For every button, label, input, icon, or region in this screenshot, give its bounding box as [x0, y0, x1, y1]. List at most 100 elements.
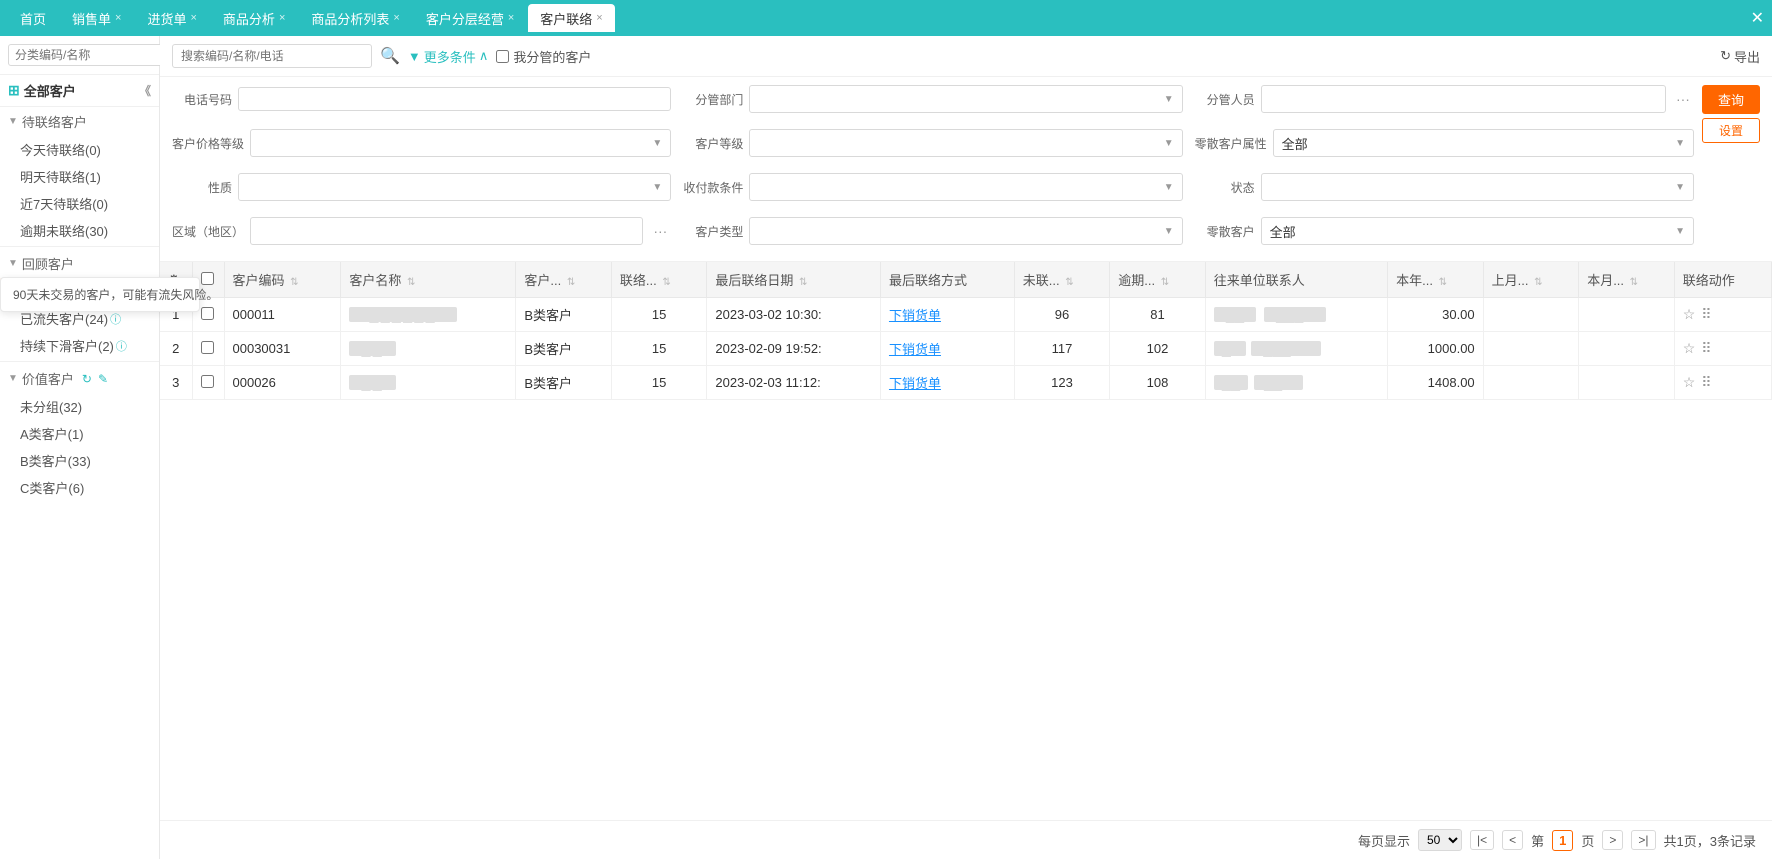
query-button[interactable]: 查询: [1702, 85, 1760, 114]
th-contact[interactable]: 联络... ⇅: [611, 262, 707, 298]
row2-method-link[interactable]: 下销货单: [889, 342, 941, 357]
price-grade-select[interactable]: ▼: [250, 129, 671, 157]
sidebar-today-contact[interactable]: 今天待联络(0): [0, 136, 159, 163]
my-customers-check[interactable]: [496, 50, 509, 63]
th-type[interactable]: 客户... ⇅: [516, 262, 612, 298]
export-btn[interactable]: ↻ 导出: [1720, 47, 1760, 66]
tab-home[interactable]: 首页: [8, 4, 58, 32]
sidebar-value-title[interactable]: ▼ 价值客户 ↻ ✎: [0, 364, 159, 393]
row2-uncontacted: 117: [1014, 332, 1110, 366]
row3-more-icon[interactable]: ⠿: [1701, 374, 1711, 391]
row2-checkbox[interactable]: [201, 341, 214, 354]
tab-analysis[interactable]: 商品分析 ×: [211, 4, 297, 32]
row2-more-icon[interactable]: ⠿: [1701, 340, 1711, 357]
sidebar-c-class[interactable]: C类客户(6): [0, 474, 159, 501]
tab-purchase[interactable]: 进货单 ×: [135, 4, 208, 32]
th-last-contact-method[interactable]: 最后联络方式: [880, 262, 1014, 298]
sidebar-ungroup[interactable]: 未分组(32): [0, 393, 159, 420]
dept-select[interactable]: ▼: [749, 85, 1182, 113]
zero-attr-select[interactable]: 全部 ▼: [1273, 129, 1694, 157]
tab-customer-link-close[interactable]: ×: [596, 12, 602, 24]
first-page-btn[interactable]: |<: [1470, 830, 1494, 850]
phone-input[interactable]: [238, 87, 671, 111]
th-unit-contact[interactable]: 往来单位联系人: [1205, 262, 1387, 298]
row1-last-method[interactable]: 下销货单: [880, 298, 1014, 332]
sidebar-search-input[interactable]: [8, 44, 177, 66]
prev-page-btn[interactable]: <: [1502, 830, 1523, 850]
settings-button[interactable]: 设置: [1702, 118, 1760, 143]
advanced-filter: 电话号码 分管部门 ▼ 分管人员: [160, 77, 1772, 262]
row3-contact-icon[interactable]: ☆: [1683, 374, 1696, 391]
tab-customer-segment[interactable]: 客户分层经营 ×: [414, 4, 526, 32]
code-sort-icon: ⇅: [290, 277, 298, 288]
gender-select[interactable]: ▼: [238, 173, 671, 201]
sidebar-review-title[interactable]: ▼ 回顾客户: [0, 249, 159, 278]
th-overdue[interactable]: 逾期... ⇅: [1110, 262, 1206, 298]
tab-customer-segment-close[interactable]: ×: [508, 12, 514, 24]
my-customers-checkbox[interactable]: 我分管的客户: [496, 47, 591, 66]
search-input[interactable]: [172, 44, 372, 68]
th-last-contact-date[interactable]: 最后联络日期 ⇅: [707, 262, 881, 298]
th-last-month[interactable]: 上月... ⇅: [1483, 262, 1579, 298]
tab-analysis-close[interactable]: ×: [279, 12, 285, 24]
region-select[interactable]: [250, 217, 643, 245]
tab-sales[interactable]: 销售单 ×: [60, 4, 133, 32]
edit-icon[interactable]: ✎: [98, 372, 108, 386]
tab-sales-close[interactable]: ×: [115, 12, 121, 24]
tab-analysis-list-close[interactable]: ×: [393, 12, 399, 24]
payment-select[interactable]: ▼: [749, 173, 1182, 201]
more-conditions-btn[interactable]: ▼ 更多条件 ∧: [408, 47, 488, 66]
row2-last-method[interactable]: 下销货单: [880, 332, 1014, 366]
sidebar-value-label: 价值客户: [22, 369, 74, 388]
sidebar-header-label: 全部客户: [24, 81, 76, 100]
sidebar-overdue-contact[interactable]: 逾期未联络(30): [0, 217, 159, 244]
sidebar-contact-title[interactable]: ▼ 待联络客户: [0, 107, 159, 136]
customer-type-select[interactable]: ▼: [749, 217, 1182, 245]
tab-analysis-list[interactable]: 商品分析列表 ×: [299, 4, 411, 32]
refresh-icon[interactable]: ↻: [82, 372, 92, 386]
row1-this-month: [1579, 298, 1675, 332]
row1-method-link[interactable]: 下销货单: [889, 308, 941, 323]
row1-checkbox[interactable]: [201, 307, 214, 320]
filter-region: 区域（地区） ···: [172, 217, 671, 245]
region-dots[interactable]: ···: [649, 223, 671, 239]
th-last-method-label: 最后联络方式: [889, 273, 967, 288]
tab-bar-close-all[interactable]: ✕: [1751, 8, 1764, 28]
total-info: 共1页，3条记录: [1664, 831, 1756, 850]
search-button[interactable]: 🔍: [380, 46, 400, 66]
th-code[interactable]: 客户编码 ⇅: [224, 262, 341, 298]
zero-customer-select[interactable]: 全部 ▼: [1261, 217, 1694, 245]
sidebar-collapse-icon[interactable]: 《: [139, 82, 151, 99]
sidebar-all-customers[interactable]: ⊞ 全部客户 《: [0, 75, 159, 107]
manager-label: 分管人员: [1195, 91, 1255, 108]
th-uncontacted[interactable]: 未联... ⇅: [1014, 262, 1110, 298]
row2-check[interactable]: [192, 332, 224, 366]
tab-customer-link[interactable]: 客户联络 ×: [528, 4, 614, 32]
row1-more-icon[interactable]: ⠿: [1701, 306, 1711, 323]
row3-method-link[interactable]: 下销货单: [889, 376, 941, 391]
row3-check[interactable]: [192, 366, 224, 400]
row1-contact-icon[interactable]: ☆: [1683, 306, 1696, 323]
row3-checkbox[interactable]: [201, 375, 214, 388]
th-this-month[interactable]: 本月... ⇅: [1579, 262, 1675, 298]
tab-purchase-close[interactable]: ×: [190, 12, 196, 24]
last-page-btn[interactable]: >|: [1631, 830, 1655, 850]
th-this-year[interactable]: 本年... ⇅: [1388, 262, 1484, 298]
manager-dots[interactable]: ···: [1672, 91, 1694, 107]
status-select[interactable]: ▼: [1261, 173, 1694, 201]
per-page-select[interactable]: 50: [1418, 829, 1462, 851]
row3-last-method[interactable]: 下销货单: [880, 366, 1014, 400]
sidebar-value-arrow: ▼: [8, 373, 18, 384]
sidebar-week-contact[interactable]: 近7天待联络(0): [0, 190, 159, 217]
row2-contact-icon[interactable]: ☆: [1683, 340, 1696, 357]
sidebar-declining[interactable]: 持续下滑客户(2) ⓘ: [0, 332, 159, 359]
manager-select[interactable]: [1261, 85, 1666, 113]
sidebar-tomorrow-contact[interactable]: 明天待联络(1): [0, 163, 159, 190]
sidebar-divider-1: [0, 246, 159, 247]
customer-grade-select[interactable]: ▼: [749, 129, 1182, 157]
next-page-btn[interactable]: >: [1602, 830, 1623, 850]
th-name[interactable]: 客户名称 ⇅: [341, 262, 516, 298]
sidebar-b-class[interactable]: B类客户(33): [0, 447, 159, 474]
sidebar-a-class[interactable]: A类客户(1): [0, 420, 159, 447]
select-all-checkbox[interactable]: [201, 272, 214, 285]
